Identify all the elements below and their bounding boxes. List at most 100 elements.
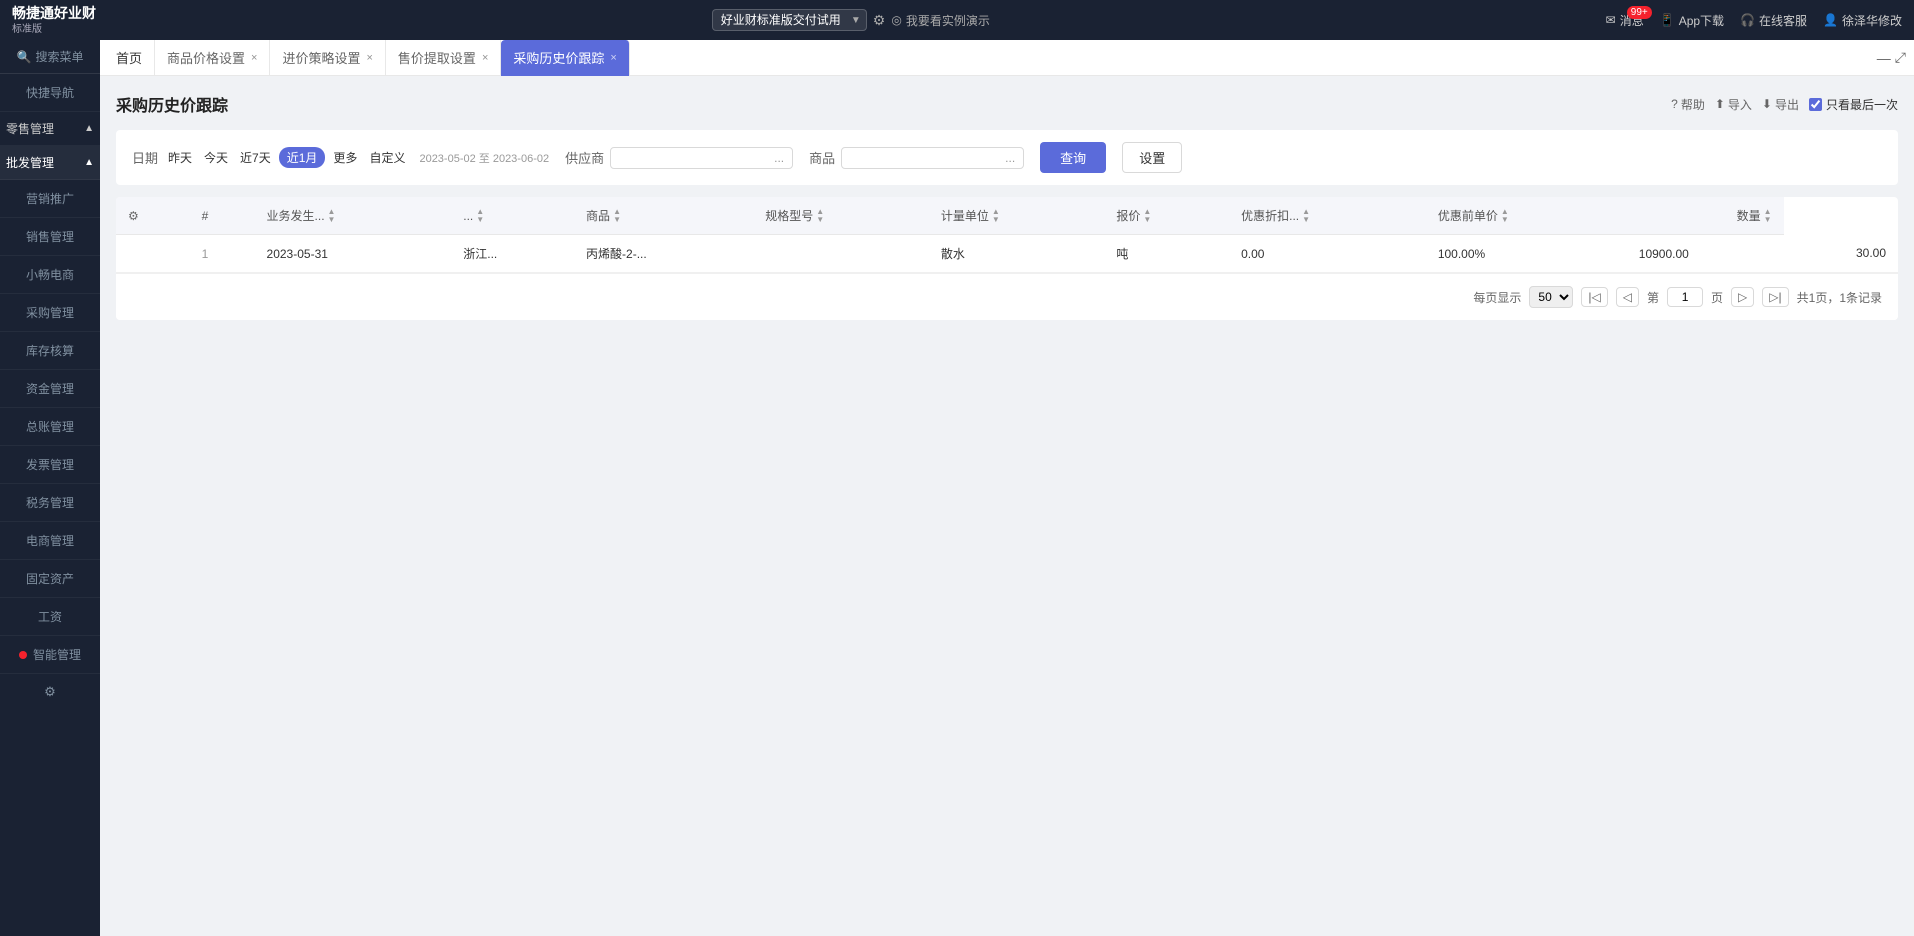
tab-close-icon[interactable]: ×	[482, 52, 488, 64]
date-btn-1month[interactable]: 近1月	[279, 147, 326, 168]
col-discount[interactable]: 优惠折扣... ▲▼	[1229, 197, 1426, 235]
user-profile-button[interactable]: 👤 徐泽华修改	[1823, 12, 1902, 29]
supplier-input-wrapper[interactable]: ...	[610, 147, 793, 169]
tab-cost-strategy[interactable]: 进价策略设置 ×	[270, 40, 385, 76]
sidebar-item-marketing[interactable]: 营销推广	[0, 180, 100, 218]
row-gear	[116, 235, 190, 273]
online-service-button[interactable]: 🎧 在线客服	[1740, 12, 1807, 29]
sidebar-item-sales[interactable]: 销售管理	[0, 218, 100, 256]
col-quantity[interactable]: 数量 ▲▼	[1627, 197, 1784, 235]
query-button[interactable]: 查询	[1040, 142, 1106, 173]
only-last-checkbox[interactable]	[1809, 98, 1822, 111]
app-logo: 畅捷通好业财 标准版	[12, 4, 96, 35]
app-download-button[interactable]: 📱 App下载	[1660, 12, 1724, 29]
message-button[interactable]: ✉ 消息 99+	[1606, 12, 1644, 29]
sidebar-item-invoice[interactable]: 发票管理	[0, 446, 100, 484]
sidebar-item-fixed-assets[interactable]: 固定资产	[0, 560, 100, 598]
col-original-price[interactable]: 优惠前单价 ▲▼	[1426, 197, 1627, 235]
export-icon: ⬇	[1762, 97, 1772, 111]
table-body: 1 2023-05-31 浙江... 丙烯酸-2-... 散水 吨 0.00 1…	[116, 235, 1898, 273]
sidebar-item-funds[interactable]: 资金管理	[0, 370, 100, 408]
help-link[interactable]: ? 帮助	[1671, 96, 1705, 113]
main-layout: 🔍 搜索菜单 快捷导航 零售管理 ▲ 批发管理 ▲ 营销推广 销售管理 小畅电商…	[0, 40, 1914, 936]
supplier-filter-item: 供应商 ...	[565, 147, 793, 169]
goods-more-icon[interactable]: ...	[1005, 151, 1015, 165]
sidebar-search[interactable]: 🔍 搜索菜单	[0, 40, 100, 74]
date-btn-7days[interactable]: 近7天	[236, 147, 275, 168]
tab-maximize-icon[interactable]: ⤢	[1895, 49, 1906, 66]
tab-close-icon[interactable]: ×	[610, 52, 616, 64]
row-original-price: 10900.00	[1627, 235, 1784, 273]
sidebar-item-ecommerce-small[interactable]: 小畅电商	[0, 256, 100, 294]
message-badge: 99+	[1627, 6, 1652, 19]
next-page-button[interactable]: ▷	[1731, 287, 1754, 307]
search-icon: 🔍	[17, 50, 32, 64]
sidebar-item-tax[interactable]: 税务管理	[0, 484, 100, 522]
col-goods[interactable]: 商品 ▲▼	[574, 197, 753, 235]
sidebar-item-ecommerce[interactable]: 电商管理	[0, 522, 100, 560]
import-icon: ⬆	[1715, 97, 1725, 111]
import-link[interactable]: ⬆ 导入	[1715, 96, 1752, 113]
sidebar-item-ai[interactable]: 智能管理	[0, 636, 100, 674]
sidebar-item-purchase[interactable]: 采购管理	[0, 294, 100, 332]
sidebar-item-wholesale[interactable]: 批发管理 ▲	[0, 146, 100, 180]
page-title: 采购历史价跟踪	[116, 92, 228, 116]
tab-purchase-history[interactable]: 采购历史价跟踪 ×	[501, 40, 629, 76]
sort-icon: ▲▼	[328, 208, 336, 224]
goods-input-wrapper[interactable]: ...	[841, 147, 1024, 169]
tab-price-extract[interactable]: 售价提取设置 ×	[386, 40, 501, 76]
filter-bar: 日期 昨天 今天 近7天 近1月 更多 自定义 2023-05-02 至 202…	[116, 130, 1898, 185]
sidebar-item-ledger[interactable]: 总账管理	[0, 408, 100, 446]
page-input[interactable]	[1667, 287, 1703, 307]
col-more[interactable]: ... ▲▼	[451, 197, 574, 235]
col-unit[interactable]: 计量单位 ▲▼	[929, 197, 1105, 235]
date-btn-today[interactable]: 今天	[200, 147, 232, 168]
search-menu-button[interactable]: 🔍 搜索菜单	[6, 48, 94, 65]
col-price[interactable]: 报价 ▲▼	[1104, 197, 1229, 235]
version-wrapper[interactable]: 好业财标准版交付试用 ▼	[712, 9, 867, 31]
date-btn-custom[interactable]: 自定义	[365, 147, 409, 168]
goods-filter-item: 商品 ...	[809, 147, 1024, 169]
dot-icon	[19, 651, 27, 659]
col-spec[interactable]: 规格型号 ▲▼	[753, 197, 929, 235]
per-page-label: 每页显示	[1473, 289, 1521, 306]
first-page-button[interactable]: |◁	[1581, 287, 1607, 307]
filter-settings-button[interactable]: 设置	[1122, 142, 1182, 173]
supplier-input[interactable]	[619, 151, 774, 165]
sidebar-item-retail[interactable]: 零售管理 ▲	[0, 112, 100, 146]
sidebar-settings-icon[interactable]: ⚙	[0, 674, 100, 710]
export-link[interactable]: ⬇ 导出	[1762, 96, 1799, 113]
sort-icon: ▲▼	[476, 208, 484, 224]
pagination-bar: 每页显示 50 |◁ ◁ 第 页 ▷ ▷| 共1页，1条记录	[116, 273, 1898, 320]
row-unit: 散水	[929, 235, 1105, 273]
date-btn-yesterday[interactable]: 昨天	[164, 147, 196, 168]
last-page-button[interactable]: ▷|	[1762, 287, 1788, 307]
row-price-unit: 吨	[1104, 235, 1229, 273]
demo-icon: ◎	[891, 13, 901, 27]
tab-close-icon[interactable]: ×	[251, 52, 257, 64]
total-info: 共1页，1条记录	[1797, 289, 1882, 306]
app-subtitle: 标准版	[12, 23, 96, 36]
tab-home[interactable]: 首页	[104, 40, 155, 76]
user-name: 徐泽华修改	[1842, 12, 1902, 29]
demo-button[interactable]: ◎ 我要看实例演示	[891, 12, 990, 29]
sidebar-item-inventory[interactable]: 库存核算	[0, 332, 100, 370]
date-filter-label: 日期	[132, 148, 158, 167]
row-goods: 丙烯酸-2-...	[574, 235, 753, 273]
goods-input[interactable]	[850, 151, 1005, 165]
col-date[interactable]: 业务发生... ▲▼	[255, 197, 452, 235]
tab-minimize-icon[interactable]: —	[1877, 50, 1891, 66]
version-selector[interactable]: 好业财标准版交付试用	[712, 9, 867, 31]
sidebar-item-quick-nav[interactable]: 快捷导航	[0, 74, 100, 112]
col-gear[interactable]: ⚙	[116, 197, 190, 235]
topbar-settings-icon[interactable]: ⚙	[873, 12, 886, 29]
supplier-more-icon[interactable]: ...	[774, 151, 784, 165]
prev-page-button[interactable]: ◁	[1616, 287, 1639, 307]
date-btn-more[interactable]: 更多	[329, 147, 361, 168]
tab-goods-price[interactable]: 商品价格设置 ×	[155, 40, 270, 76]
sidebar-item-payroll[interactable]: 工资	[0, 598, 100, 636]
per-page-select[interactable]: 50	[1529, 286, 1573, 308]
only-last-checkbox-label[interactable]: 只看最后一次	[1809, 96, 1898, 113]
tab-close-icon[interactable]: ×	[366, 52, 372, 64]
page-header: 采购历史价跟踪 ? 帮助 ⬆ 导入 ⬇ 导出	[116, 92, 1898, 116]
